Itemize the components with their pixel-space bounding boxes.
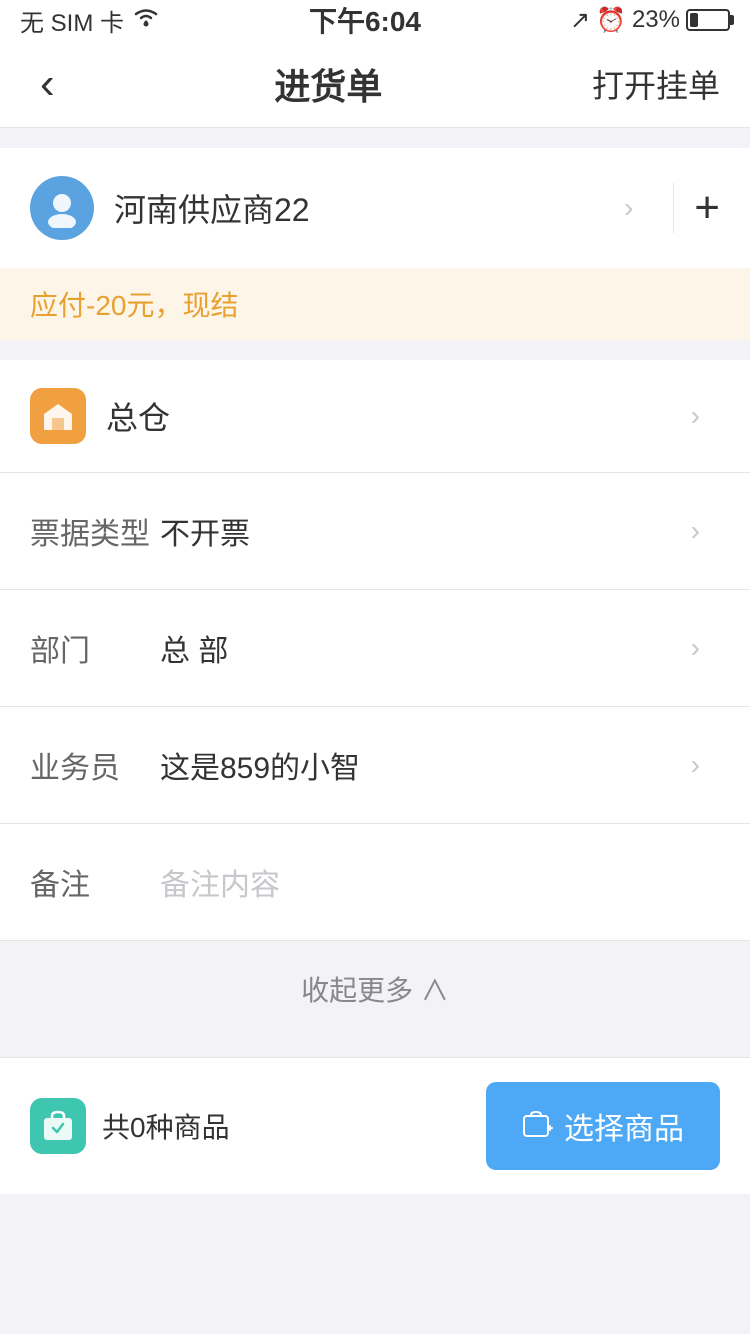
back-button[interactable]: ‹ [30,49,65,119]
warehouse-name: 总仓 [106,393,691,439]
notice-bar: 应付-20元，现结 [0,268,750,340]
salesperson-label: 业务员 [30,743,160,787]
warehouse-chevron-icon: › [691,400,700,432]
section-gap-2 [0,340,750,360]
nav-bar: ‹ 进货单 打开挂单 [0,40,750,128]
warehouse-icon [30,388,86,444]
collapse-button[interactable]: 收起更多 ∧ [0,940,750,1037]
ticket-type-chevron-icon: › [691,515,700,547]
add-button[interactable]: + [694,186,720,230]
salesperson-row[interactable]: 业务员 这是859的小智 › [0,706,750,823]
ticket-type-row[interactable]: 票据类型 不开票 › [0,472,750,589]
salesperson-chevron-icon: › [691,749,700,781]
carrier-label: 无 SIM 卡 [20,3,124,38]
select-product-label: 选择商品 [564,1104,684,1148]
product-count-text: 共0种商品 [102,1106,230,1146]
status-right: ↗ ⏰ 23% [570,6,730,35]
department-label: 部门 [30,626,160,670]
select-product-icon [522,1110,554,1142]
bottom-left: 共0种商品 [30,1098,230,1154]
supplier-name: 河南供应商22 [114,185,624,231]
status-left: 无 SIM 卡 [20,3,160,38]
remark-label: 备注 [30,860,160,904]
warehouse-row[interactable]: 总仓 › [0,360,750,472]
ticket-type-label: 票据类型 [30,509,160,553]
section-gap-1 [0,128,750,148]
product-count-icon [30,1098,86,1154]
warehouse-card: 总仓 › 票据类型 不开票 › 部门 总 部 › 业务员 这是859的小智 › … [0,360,750,940]
status-time: 下午6:04 [309,0,421,40]
supplier-row[interactable]: 河南供应商22 › + [0,148,750,268]
remark-row[interactable]: 备注 备注内容 [0,823,750,940]
wifi-icon [132,6,160,35]
location-icon: ↗ [570,6,590,35]
open-pending-button[interactable]: 打开挂单 [592,61,720,107]
notice-text: 应付-20元，现结 [30,290,238,321]
battery-icon [686,9,730,31]
department-value: 总 部 [160,626,691,670]
supplier-chevron-icon: › [624,192,633,224]
bottom-bar: 共0种商品 选择商品 [0,1057,750,1194]
supplier-card: 河南供应商22 › + 应付-20元，现结 [0,148,750,340]
department-row[interactable]: 部门 总 部 › [0,589,750,706]
vertical-divider [673,183,674,233]
ticket-type-value: 不开票 [160,509,691,553]
department-chevron-icon: › [691,632,700,664]
alarm-icon: ⏰ [596,6,626,35]
salesperson-value: 这是859的小智 [160,743,691,787]
status-bar: 无 SIM 卡 下午6:04 ↗ ⏰ 23% [0,0,750,40]
page-title: 进货单 [274,58,382,110]
battery-percentage: 23% [632,6,680,34]
select-product-button[interactable]: 选择商品 [486,1082,720,1170]
supplier-avatar [30,176,94,240]
remark-input[interactable]: 备注内容 [160,860,720,904]
